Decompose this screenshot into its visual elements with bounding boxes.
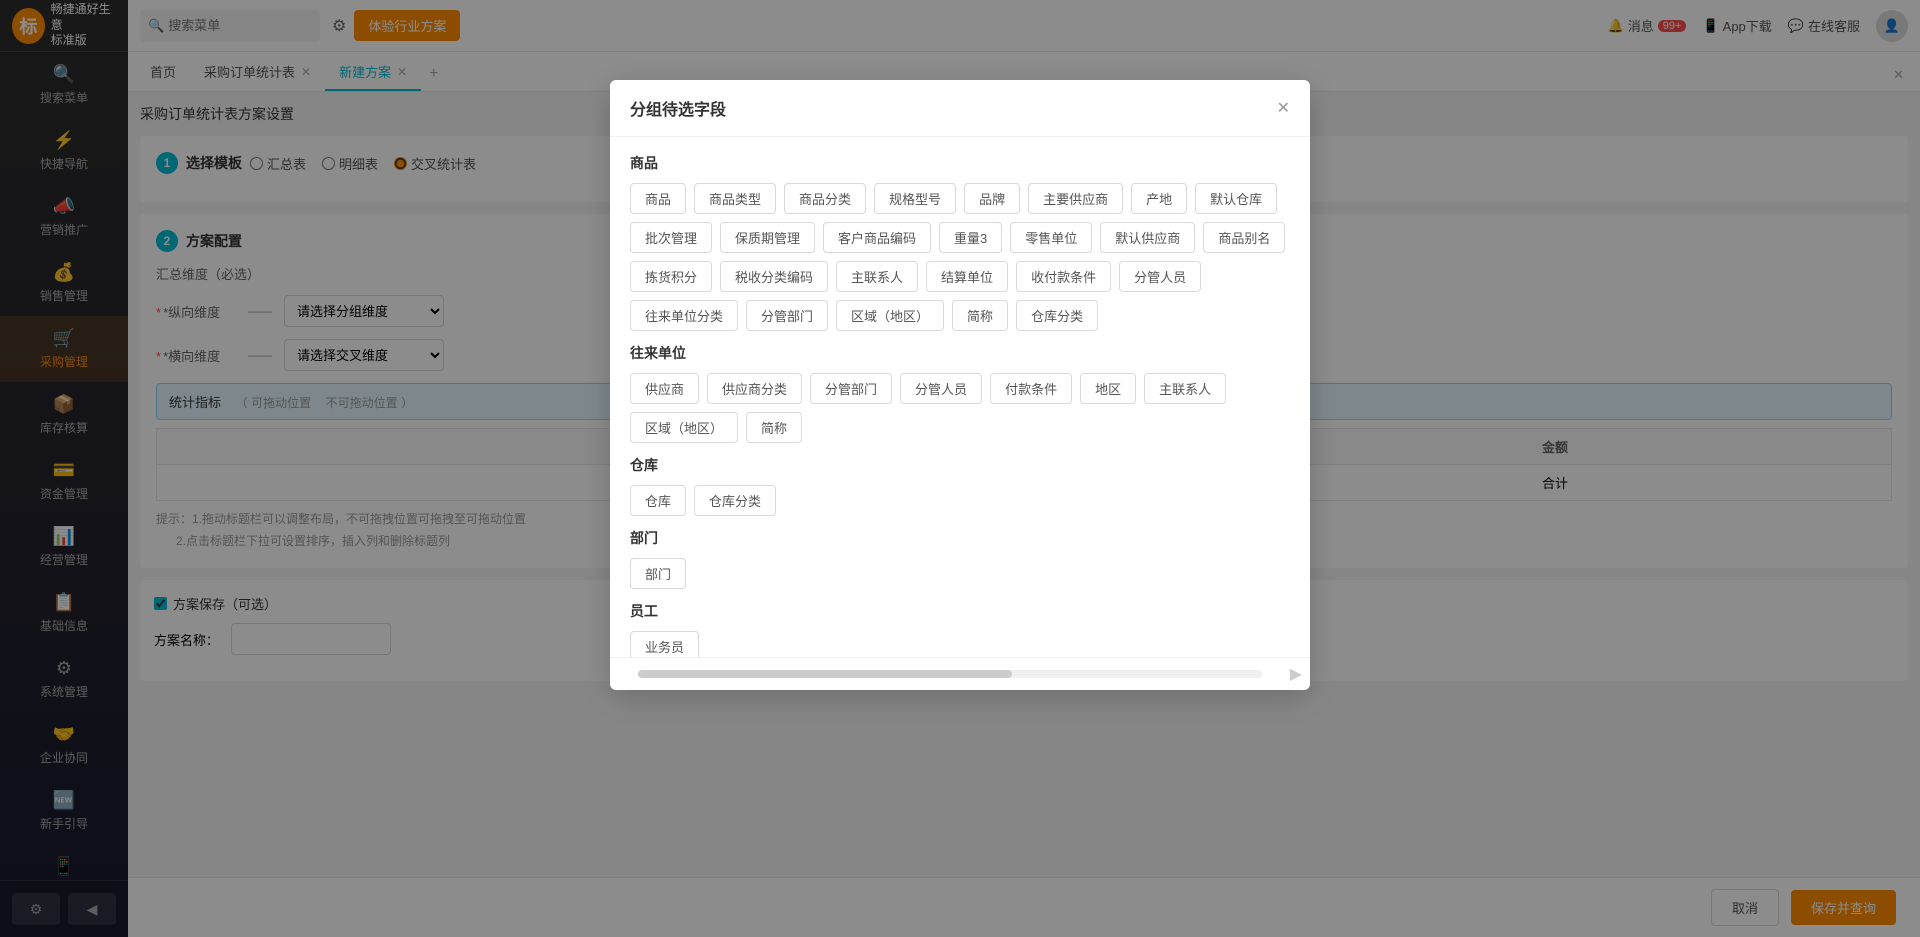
scroll-right-icon[interactable]: ▶ xyxy=(1290,664,1302,684)
tag-goods-10[interactable]: 客户商品编码 xyxy=(823,222,931,253)
tag-goods-17[interactable]: 主联系人 xyxy=(836,261,918,292)
tag-goods-6[interactable]: 产地 xyxy=(1131,183,1187,214)
tag-goods-22[interactable]: 分管部门 xyxy=(746,300,828,331)
tag-goods-25[interactable]: 仓库分类 xyxy=(1016,300,1098,331)
tag-goods-24[interactable]: 简称 xyxy=(952,300,1008,331)
tag-goods-8[interactable]: 批次管理 xyxy=(630,222,712,253)
tags-grid-partner: 供应商供应商分类分管部门分管人员付款条件地区主联系人区域（地区） 简称 xyxy=(630,373,1290,443)
section-title-goods: 商品 xyxy=(630,153,1290,173)
tag-employee-0[interactable]: 业务员 xyxy=(630,631,699,657)
tag-partner-7[interactable]: 区域（地区） xyxy=(630,412,738,443)
section-title-partner: 往来单位 xyxy=(630,343,1290,363)
tag-goods-14[interactable]: 商品别名 xyxy=(1203,222,1285,253)
tag-goods-18[interactable]: 结算单位 xyxy=(926,261,1008,292)
tag-goods-11[interactable]: 重量3 xyxy=(939,222,1002,253)
section-title-employee: 员工 xyxy=(630,601,1290,621)
tag-warehouse-0[interactable]: 仓库 xyxy=(630,485,686,516)
tag-goods-5[interactable]: 主要供应商 xyxy=(1028,183,1123,214)
tag-partner-1[interactable]: 供应商分类 xyxy=(707,373,802,404)
tag-partner-5[interactable]: 地区 xyxy=(1080,373,1136,404)
tags-grid-goods: 商品商品类型商品分类规格型号品牌主要供应商产地默认仓库批次管理保质期管理客户商品… xyxy=(630,183,1290,331)
tag-partner-8[interactable]: 简称 xyxy=(746,412,802,443)
tag-goods-4[interactable]: 品牌 xyxy=(964,183,1020,214)
tag-partner-6[interactable]: 主联系人 xyxy=(1144,373,1226,404)
tag-goods-13[interactable]: 默认供应商 xyxy=(1100,222,1195,253)
modal-title: 分组待选字段 xyxy=(630,96,726,120)
modal-header: 分组待选字段 ✕ xyxy=(610,80,1310,137)
modal-close-button[interactable]: ✕ xyxy=(1277,98,1290,118)
scrollbar-thumb xyxy=(638,670,1012,678)
tag-goods-16[interactable]: 税收分类编码 xyxy=(720,261,828,292)
tag-goods-3[interactable]: 规格型号 xyxy=(874,183,956,214)
modal-body[interactable]: 商品商品商品类型商品分类规格型号品牌主要供应商产地默认仓库批次管理保质期管理客户… xyxy=(610,137,1310,657)
tag-goods-15[interactable]: 拣货积分 xyxy=(630,261,712,292)
tags-grid-department: 部门 xyxy=(630,558,1290,589)
tags-grid-warehouse: 仓库仓库分类 xyxy=(630,485,1290,516)
tags-grid-employee: 业务员 xyxy=(630,631,1290,657)
tag-goods-23[interactable]: 区域（地区） xyxy=(836,300,944,331)
horizontal-scrollbar[interactable] xyxy=(638,670,1262,678)
section-title-warehouse: 仓库 xyxy=(630,455,1290,475)
tag-goods-21[interactable]: 往来单位分类 xyxy=(630,300,738,331)
tag-partner-2[interactable]: 分管部门 xyxy=(810,373,892,404)
tag-goods-0[interactable]: 商品 xyxy=(630,183,686,214)
tag-goods-20[interactable]: 分管人员 xyxy=(1119,261,1201,292)
tag-department-0[interactable]: 部门 xyxy=(630,558,686,589)
tag-partner-0[interactable]: 供应商 xyxy=(630,373,699,404)
tag-goods-12[interactable]: 零售单位 xyxy=(1010,222,1092,253)
modal-bottom-bar: ▶ xyxy=(610,657,1310,690)
tag-goods-1[interactable]: 商品类型 xyxy=(694,183,776,214)
field-select-modal: 分组待选字段 ✕ 商品商品商品类型商品分类规格型号品牌主要供应商产地默认仓库批次… xyxy=(610,80,1310,690)
tag-goods-2[interactable]: 商品分类 xyxy=(784,183,866,214)
tag-goods-19[interactable]: 收付款条件 xyxy=(1016,261,1111,292)
tag-goods-9[interactable]: 保质期管理 xyxy=(720,222,815,253)
tag-partner-3[interactable]: 分管人员 xyxy=(900,373,982,404)
section-title-department: 部门 xyxy=(630,528,1290,548)
tag-goods-7[interactable]: 默认仓库 xyxy=(1195,183,1277,214)
tag-warehouse-1[interactable]: 仓库分类 xyxy=(694,485,776,516)
tag-partner-4[interactable]: 付款条件 xyxy=(990,373,1072,404)
